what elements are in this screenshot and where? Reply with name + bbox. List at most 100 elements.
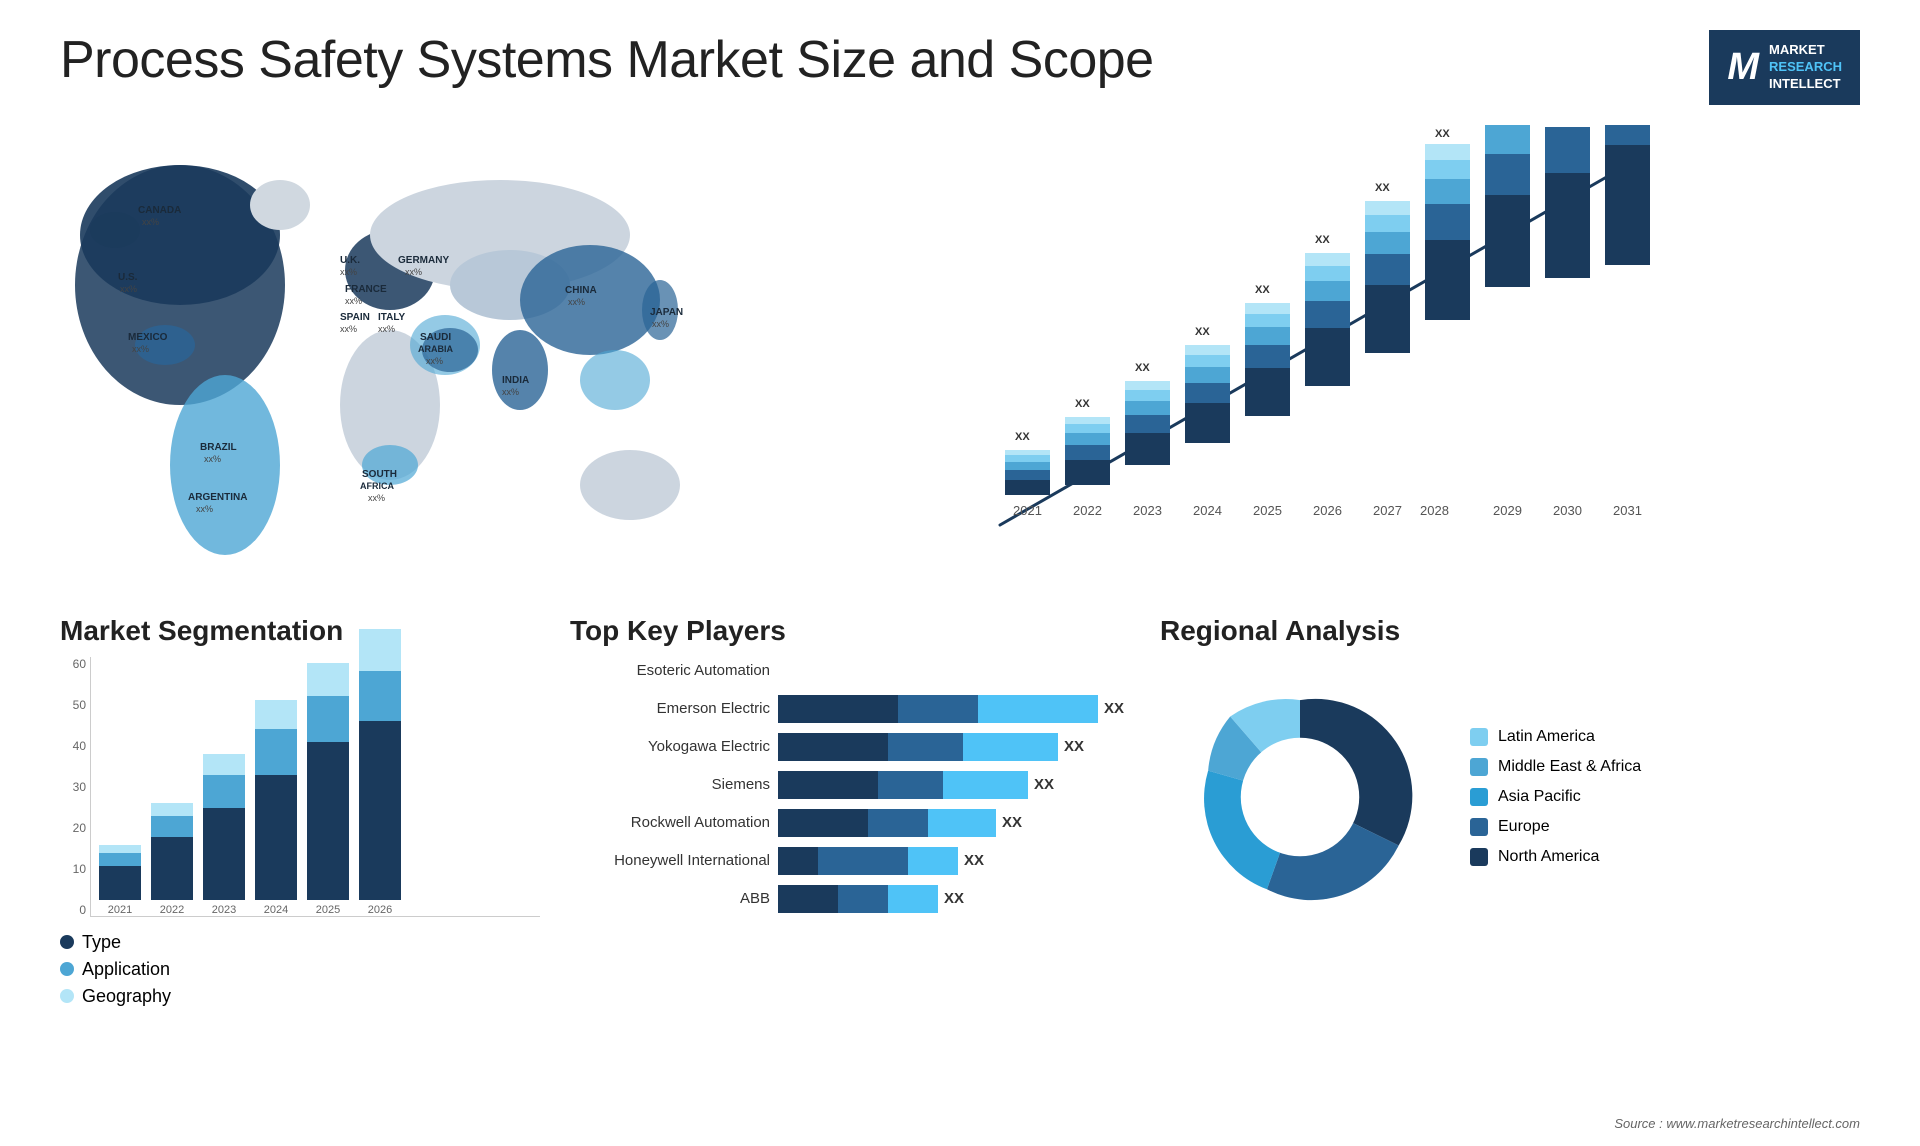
- player-bar-emerson: [778, 695, 1098, 723]
- legend-geo-dot: [60, 989, 74, 1003]
- player-bar-wrap-abb: XX: [778, 885, 1130, 913]
- legend-label-asia-pacific: Asia Pacific: [1498, 788, 1581, 806]
- legend-color-north-america: [1470, 848, 1488, 866]
- seg-group-2024: 2024: [255, 700, 297, 916]
- seg-group-2025: 2025: [307, 663, 349, 916]
- svg-text:xx%: xx%: [568, 297, 585, 307]
- legend-asia-pacific: Asia Pacific: [1470, 788, 1641, 806]
- svg-text:2029: 2029: [1493, 503, 1522, 518]
- regional-title: Regional Analysis: [1160, 615, 1860, 647]
- svg-text:2021: 2021: [1013, 503, 1042, 518]
- legend-middle-east: Middle East & Africa: [1470, 758, 1641, 776]
- player-name-abb: ABB: [570, 890, 770, 907]
- logo-area: M MARKET RESEARCH INTELLECT: [1709, 30, 1860, 105]
- player-row-emerson: Emerson Electric XX: [570, 695, 1130, 723]
- legend-color-asia-pacific: [1470, 788, 1488, 806]
- player-name-rockwell: Rockwell Automation: [570, 814, 770, 831]
- bar-seg2-yokogawa: [888, 733, 963, 761]
- svg-text:2027: 2027: [1373, 503, 1402, 518]
- svg-text:2031: 2031: [1613, 503, 1642, 518]
- seg-y-axis: 60 50 40 30 20 10 0: [60, 657, 90, 917]
- bar-seg2-siemens: [878, 771, 943, 799]
- legend-label-latin-america: Latin America: [1498, 728, 1595, 746]
- player-row-siemens: Siemens XX: [570, 771, 1130, 799]
- player-bar-wrap-esoteric: [778, 657, 1130, 685]
- svg-text:CANADA: CANADA: [138, 205, 181, 216]
- player-value-abb: XX: [944, 890, 964, 907]
- legend-app-dot: [60, 962, 74, 976]
- bar-seg1-honeywell: [778, 847, 818, 875]
- svg-text:XX: XX: [1135, 362, 1150, 374]
- svg-text:ARABIA: ARABIA: [418, 344, 453, 354]
- seg-legend: Type Application Geography: [60, 932, 540, 1007]
- map-area: CANADA xx% U.S. xx% MEXICO xx% BRAZIL xx…: [60, 125, 710, 585]
- svg-text:xx%: xx%: [345, 296, 362, 306]
- player-value-siemens: XX: [1034, 776, 1054, 793]
- legend-latin-america: Latin America: [1470, 728, 1641, 746]
- svg-text:SAUDI: SAUDI: [420, 332, 451, 343]
- donut-container: Latin America Middle East & Africa Asia …: [1160, 657, 1860, 937]
- page: Process Safety Systems Market Size and S…: [0, 0, 1920, 1146]
- svg-text:2025: 2025: [1253, 503, 1282, 518]
- svg-text:xx%: xx%: [426, 356, 443, 366]
- logo-box: M MARKET RESEARCH INTELLECT: [1709, 30, 1860, 105]
- svg-text:2023: 2023: [1133, 503, 1162, 518]
- legend-label-middle-east: Middle East & Africa: [1498, 758, 1641, 776]
- legend-type-dot: [60, 935, 74, 949]
- player-bar-wrap-siemens: XX: [778, 771, 1130, 799]
- growth-chart-svg: XX 2021 XX 2022 XX 2023: [750, 125, 1860, 585]
- segmentation-title: Market Segmentation: [60, 615, 540, 647]
- bar-seg3-honeywell: [908, 847, 958, 875]
- donut-chart-svg: [1160, 657, 1440, 937]
- svg-text:xx%: xx%: [340, 324, 357, 334]
- bar-seg3-yokogawa: [963, 733, 1058, 761]
- player-value-rockwell: XX: [1002, 814, 1022, 831]
- svg-text:2026: 2026: [1313, 503, 1342, 518]
- segmentation-area: Market Segmentation 60 50 40 30 20 10 0: [60, 615, 540, 1035]
- svg-text:FRANCE: FRANCE: [345, 284, 387, 295]
- donut-legend: Latin America Middle East & Africa Asia …: [1470, 728, 1641, 866]
- svg-text:XX: XX: [1075, 398, 1090, 410]
- player-row-abb: ABB XX: [570, 885, 1130, 913]
- svg-text:ITALY: ITALY: [378, 312, 406, 323]
- player-row-rockwell: Rockwell Automation XX: [570, 809, 1130, 837]
- players-title: Top Key Players: [570, 615, 1130, 647]
- seg-bars-area: 2021 2022: [90, 657, 540, 917]
- player-bar-wrap-rockwell: XX: [778, 809, 1130, 837]
- player-bar-yokogawa: [778, 733, 1058, 761]
- players-area: Top Key Players Esoteric Automation Emer…: [570, 615, 1130, 1035]
- player-value-emerson: XX: [1104, 700, 1124, 717]
- seg-group-2026: 2026: [359, 629, 401, 916]
- player-value-yokogawa: XX: [1064, 738, 1084, 755]
- bar-seg1-emerson: [778, 695, 898, 723]
- svg-text:U.K.: U.K.: [340, 255, 360, 266]
- legend-north-america: North America: [1470, 848, 1641, 866]
- bar-seg2-emerson: [898, 695, 978, 723]
- bar-seg3-abb: [888, 885, 938, 913]
- legend-color-middle-east: [1470, 758, 1488, 776]
- svg-text:ARGENTINA: ARGENTINA: [188, 492, 247, 503]
- player-name-esoteric: Esoteric Automation: [570, 662, 770, 679]
- seg-group-2022: 2022: [151, 803, 193, 916]
- seg-group-2023: 2023: [203, 754, 245, 916]
- regional-area: Regional Analysis: [1160, 615, 1860, 1035]
- bottom-section: Market Segmentation 60 50 40 30 20 10 0: [60, 615, 1860, 1035]
- svg-text:XX: XX: [1315, 234, 1330, 246]
- svg-text:2028: 2028: [1420, 503, 1449, 518]
- world-map-svg: CANADA xx% U.S. xx% MEXICO xx% BRAZIL xx…: [60, 125, 710, 585]
- legend-application: Application: [60, 959, 540, 980]
- legend-color-latin-america: [1470, 728, 1488, 746]
- legend-label-north-america: North America: [1498, 848, 1599, 866]
- header: Process Safety Systems Market Size and S…: [60, 30, 1860, 105]
- svg-text:2030: 2030: [1553, 503, 1582, 518]
- bar-seg3-siemens: [943, 771, 1028, 799]
- svg-text:SOUTH: SOUTH: [362, 469, 397, 480]
- player-row-yokogawa: Yokogawa Electric XX: [570, 733, 1130, 761]
- player-bar-abb: [778, 885, 938, 913]
- svg-text:U.S.: U.S.: [118, 272, 138, 283]
- svg-text:MEXICO: MEXICO: [128, 332, 168, 343]
- bar-seg1-yokogawa: [778, 733, 888, 761]
- svg-text:xx%: xx%: [368, 493, 385, 503]
- bar-seg2-abb: [838, 885, 888, 913]
- svg-text:xx%: xx%: [340, 267, 357, 277]
